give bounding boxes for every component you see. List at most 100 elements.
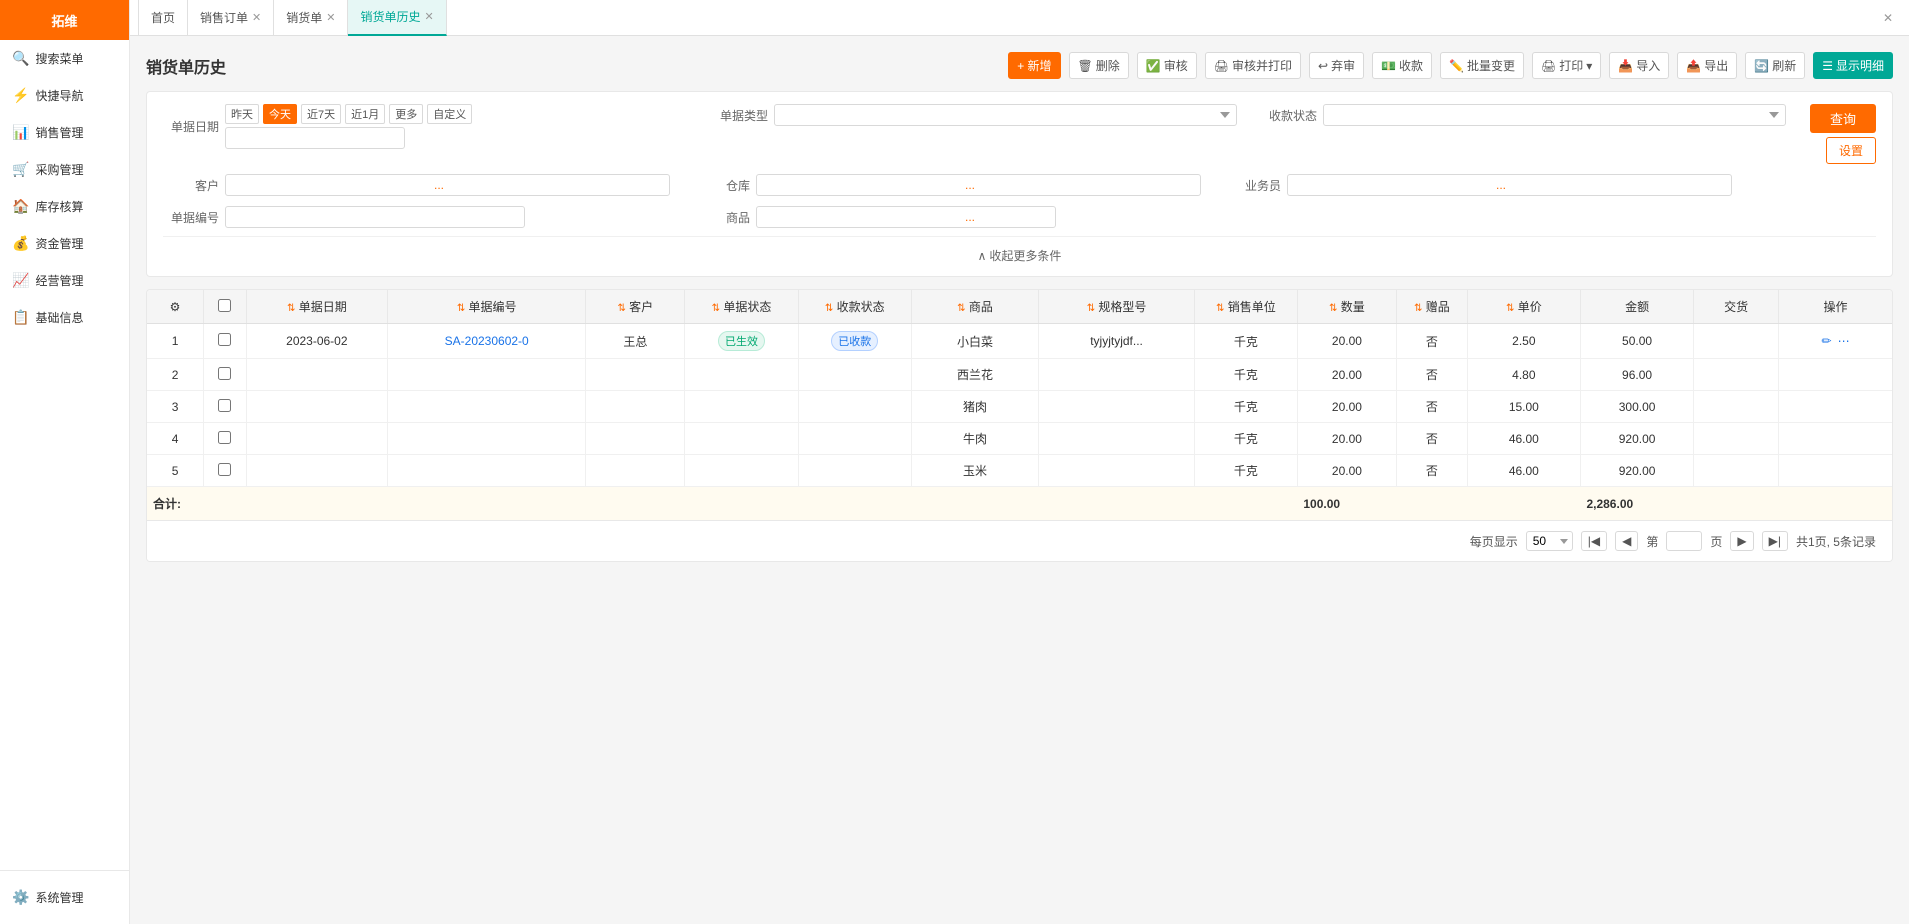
page-number-input[interactable]: 1 <box>1666 531 1702 551</box>
th-unit[interactable]: ⇅ 销售单位 <box>1194 290 1297 324</box>
row-qty: 20.00 <box>1297 423 1396 455</box>
show-detail-button[interactable]: ☰ 显示明细 <box>1813 52 1893 79</box>
tab-bar: 首页 销售订单 ✕ 销货单 ✕ 销货单历史 ✕ ✕ <box>130 0 1909 36</box>
th-trade[interactable]: 交货 <box>1694 290 1779 324</box>
review-print-button[interactable]: 🖨 审核并打印 <box>1205 52 1301 79</box>
warehouse-picker-button[interactable]: ... <box>963 178 977 192</box>
payment-status-select[interactable] <box>1323 104 1786 126</box>
doc-no-label: 单据编号 <box>163 209 219 226</box>
abandon-button[interactable]: ↩ 弃审 <box>1309 52 1364 79</box>
client-picker-button[interactable]: ... <box>432 178 446 192</box>
th-checkbox[interactable] <box>204 290 246 324</box>
tab-sales-order[interactable]: 销售订单 ✕ <box>188 0 274 36</box>
next-page-button[interactable]: ▶ <box>1730 531 1753 551</box>
row-code: SA-20230602-0 <box>388 324 586 359</box>
row-checkbox[interactable] <box>218 431 231 444</box>
sidebar-item-sales-mgmt[interactable]: 📊 销售管理 <box>0 114 129 151</box>
per-page-select[interactable]: 50 100 200 <box>1526 531 1573 551</box>
print-button[interactable]: 🖨 打印 ▾ <box>1532 52 1601 79</box>
th-date[interactable]: ⇅ 单据日期 <box>246 290 388 324</box>
row-qty: 20.00 <box>1297 324 1396 359</box>
row-checkbox[interactable] <box>218 333 231 346</box>
row-spec: tyjyjtyjdf... <box>1039 324 1195 359</box>
doc-no-input[interactable] <box>225 206 525 228</box>
table-row: 2西兰花千克20.00否4.8096.00 <box>147 359 1892 391</box>
settings-button[interactable]: 设置 <box>1826 137 1876 164</box>
pagination-bar: 每页显示 50 100 200 |◀ ◀ 第 1 页 ▶ ▶| 共1页, 5条记… <box>147 520 1892 561</box>
first-page-button[interactable]: |◀ <box>1581 531 1607 551</box>
salesperson-input[interactable] <box>1294 178 1494 192</box>
date-range-input[interactable]: 2023-06-02 至 2023-06-02 <box>225 127 405 149</box>
delete-icon: 🗑 <box>1078 59 1093 73</box>
tab-sales-history-close[interactable]: ✕ <box>425 10 434 23</box>
th-gift[interactable]: ⇅ 赠品 <box>1396 290 1467 324</box>
refresh-button[interactable]: 🔄 刷新 <box>1745 52 1805 79</box>
row-pay-status: 已收款 <box>798 324 911 359</box>
date-yesterday[interactable]: 昨天 <box>225 104 259 124</box>
sidebar-item-inventory[interactable]: 🏠 库存核算 <box>0 188 129 225</box>
sidebar-item-sys-mgmt[interactable]: ⚙️ 系统管理 <box>0 879 129 916</box>
finance-icon: 💰 <box>12 235 29 252</box>
close-all-tabs-button[interactable]: ✕ <box>1875 11 1901 25</box>
sidebar-item-finance[interactable]: 💰 资金管理 <box>0 225 129 262</box>
doc-code-link[interactable]: SA-20230602-0 <box>445 334 529 348</box>
tab-sales-goods[interactable]: 销货单 ✕ <box>274 0 348 36</box>
th-client[interactable]: ⇅ 客户 <box>586 290 685 324</box>
goods-label: 商品 <box>694 209 750 226</box>
batch-change-button[interactable]: ✏️ 批量变更 <box>1440 52 1524 79</box>
new-button[interactable]: + 新增 <box>1008 52 1060 79</box>
date-7days[interactable]: 近7天 <box>301 104 341 124</box>
th-price[interactable]: ⇅ 单价 <box>1467 290 1580 324</box>
row-date <box>246 423 388 455</box>
sidebar-item-label: 库存核算 <box>35 198 83 215</box>
th-amount[interactable]: 金额 <box>1580 290 1693 324</box>
th-spec[interactable]: ⇅ 规格型号 <box>1039 290 1195 324</box>
goods-picker-button[interactable]: ... <box>963 210 977 224</box>
prev-page-button[interactable]: ◀ <box>1615 531 1638 551</box>
row-checkbox[interactable] <box>218 399 231 412</box>
th-qty[interactable]: ⇅ 数量 <box>1297 290 1396 324</box>
collect-button[interactable]: 💵 收款 <box>1372 52 1432 79</box>
warehouse-input[interactable] <box>763 178 963 192</box>
tab-home[interactable]: 首页 <box>138 0 188 36</box>
sidebar-item-operations[interactable]: 📈 经营管理 <box>0 262 129 299</box>
sidebar-item-purchase-mgmt[interactable]: 🛒 采购管理 <box>0 151 129 188</box>
goods-input[interactable] <box>763 210 963 224</box>
client-input[interactable] <box>232 178 432 192</box>
th-doc-status[interactable]: ⇅ 单据状态 <box>685 290 798 324</box>
doc-type-select[interactable] <box>774 104 1237 126</box>
th-pay-status[interactable]: ⇅ 收款状态 <box>798 290 911 324</box>
select-all-checkbox[interactable] <box>218 299 231 312</box>
date-1month[interactable]: 近1月 <box>345 104 385 124</box>
date-custom[interactable]: 自定义 <box>427 104 472 124</box>
import-button[interactable]: 📥 导入 <box>1609 52 1669 79</box>
sidebar-item-search-menu[interactable]: 🔍 搜索菜单 <box>0 40 129 77</box>
table-row: 4牛肉千克20.00否46.00920.00 <box>147 423 1892 455</box>
row-checkbox[interactable] <box>218 463 231 476</box>
sales-mgmt-icon: 📊 <box>12 124 29 141</box>
tab-sales-order-close[interactable]: ✕ <box>252 11 261 24</box>
query-button[interactable]: 查询 <box>1810 104 1876 133</box>
payment-status-label: 收款状态 <box>1261 107 1317 124</box>
sidebar-item-basic-info[interactable]: 📋 基础信息 <box>0 299 129 336</box>
more-action-button[interactable]: ⋯ <box>1835 334 1853 348</box>
review-button[interactable]: ✅ 审核 <box>1137 52 1197 79</box>
tab-sales-history[interactable]: 销货单历史 ✕ <box>348 0 446 36</box>
th-goods[interactable]: ⇅ 商品 <box>911 290 1038 324</box>
row-checkbox[interactable] <box>218 367 231 380</box>
tab-sales-goods-close[interactable]: ✕ <box>326 11 335 24</box>
th-settings[interactable]: ⚙ <box>147 290 204 324</box>
salesperson-picker-button[interactable]: ... <box>1494 178 1508 192</box>
row-amount: 50.00 <box>1580 324 1693 359</box>
last-page-button[interactable]: ▶| <box>1762 531 1788 551</box>
delete-button[interactable]: 🗑 删除 <box>1069 52 1129 79</box>
edit-action-button[interactable]: ✏ <box>1819 334 1835 348</box>
export-button[interactable]: 📤 导出 <box>1677 52 1737 79</box>
row-unit: 千克 <box>1194 455 1297 487</box>
th-code[interactable]: ⇅ 单据编号 <box>388 290 586 324</box>
date-more[interactable]: 更多 <box>389 104 423 124</box>
date-today[interactable]: 今天 <box>263 104 297 124</box>
purchase-mgmt-icon: 🛒 <box>12 161 29 178</box>
collapse-button[interactable]: ∧ 收起更多条件 <box>163 243 1876 264</box>
sidebar-item-quick-nav[interactable]: ⚡ 快捷导航 <box>0 77 129 114</box>
